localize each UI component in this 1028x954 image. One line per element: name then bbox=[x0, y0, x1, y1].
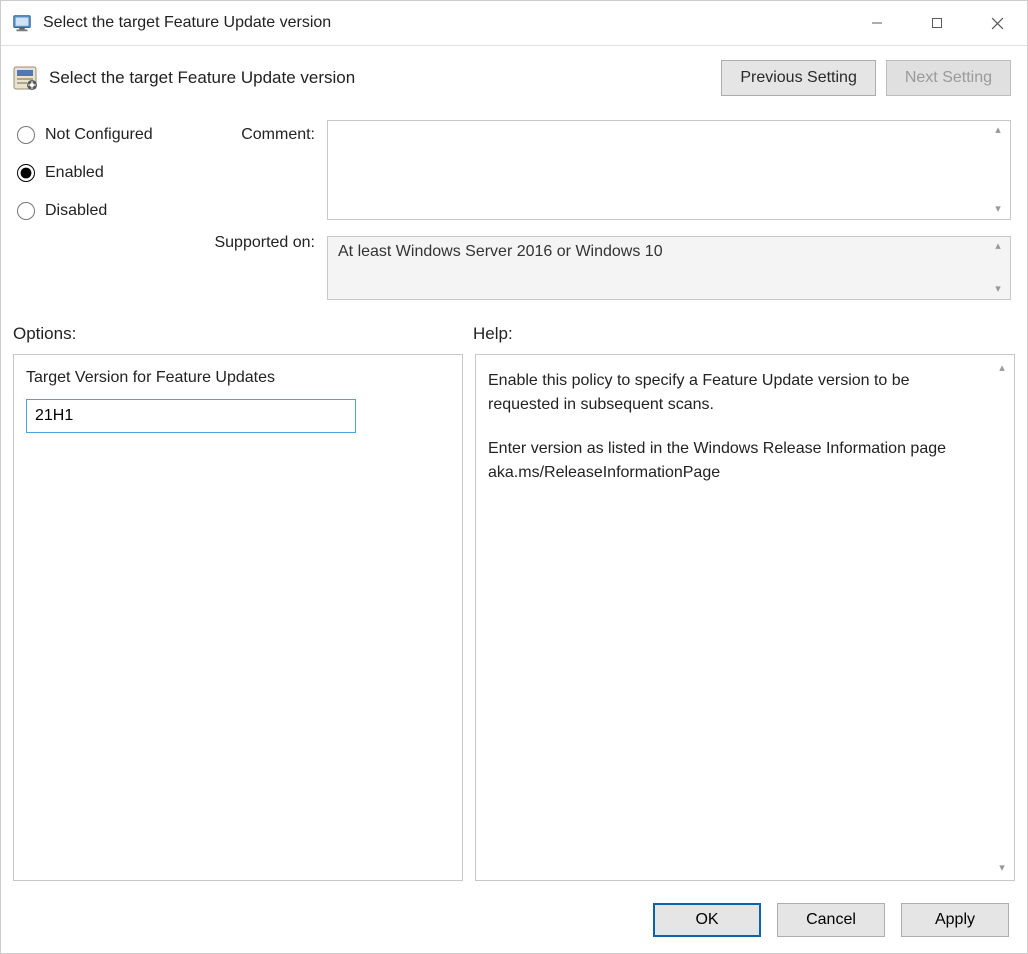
radio-disabled-label: Disabled bbox=[45, 202, 107, 220]
options-heading: Options: bbox=[13, 324, 473, 344]
supported-on-label: Supported on: bbox=[197, 234, 315, 252]
help-paragraph-1: Enable this policy to specify a Feature … bbox=[488, 369, 982, 417]
section-labels: Options: Help: bbox=[1, 300, 1027, 354]
radio-enabled[interactable]: Enabled bbox=[17, 164, 197, 182]
supported-on-text: At least Windows Server 2016 or Windows … bbox=[328, 237, 1010, 267]
comment-textarea[interactable]: ▴ ▾ bbox=[327, 120, 1011, 220]
cancel-button[interactable]: Cancel bbox=[777, 903, 885, 937]
scroll-up-icon: ▴ bbox=[990, 241, 1006, 252]
help-pane: Enable this policy to specify a Feature … bbox=[475, 354, 1015, 881]
radio-disabled[interactable]: Disabled bbox=[17, 202, 197, 220]
policy-editor-window: Select the target Feature Update version bbox=[0, 0, 1028, 954]
ok-button[interactable]: OK bbox=[653, 903, 761, 937]
radio-not-configured[interactable]: Not Configured bbox=[17, 126, 197, 144]
titlebar: Select the target Feature Update version bbox=[1, 1, 1027, 46]
scroll-down-icon[interactable]: ▾ bbox=[994, 861, 1010, 874]
radio-not-configured-label: Not Configured bbox=[45, 126, 153, 144]
help-text: Enable this policy to specify a Feature … bbox=[488, 369, 1002, 485]
config-top: Not Configured Enabled Disabled Comment:… bbox=[1, 110, 1027, 300]
scroll-down-icon: ▾ bbox=[990, 284, 1006, 295]
help-scroll[interactable]: ▴ ▾ bbox=[994, 361, 1010, 874]
dialog-footer: OK Cancel Apply bbox=[1, 895, 1027, 953]
next-setting-button: Next Setting bbox=[886, 60, 1011, 96]
target-version-label: Target Version for Feature Updates bbox=[26, 369, 450, 387]
previous-setting-button[interactable]: Previous Setting bbox=[721, 60, 876, 96]
close-button[interactable] bbox=[967, 1, 1027, 46]
scroll-up-icon[interactable]: ▴ bbox=[990, 125, 1006, 136]
radio-not-configured-input[interactable] bbox=[17, 126, 35, 144]
policy-title: Select the target Feature Update version bbox=[49, 68, 711, 88]
radio-enabled-input[interactable] bbox=[17, 164, 35, 182]
apply-button[interactable]: Apply bbox=[901, 903, 1009, 937]
fields-column: ▴ ▾ At least Windows Server 2016 or Wind… bbox=[327, 120, 1011, 300]
comment-scroll[interactable]: ▴ ▾ bbox=[990, 125, 1006, 215]
help-paragraph-2: Enter version as listed in the Windows R… bbox=[488, 437, 982, 485]
supported-scroll: ▴ ▾ bbox=[990, 241, 1006, 295]
comment-label: Comment: bbox=[197, 126, 315, 144]
supported-on-box: At least Windows Server 2016 or Windows … bbox=[327, 236, 1011, 300]
scroll-up-icon[interactable]: ▴ bbox=[994, 361, 1010, 374]
options-pane: Target Version for Feature Updates bbox=[13, 354, 463, 881]
help-heading: Help: bbox=[473, 324, 513, 344]
target-version-input[interactable] bbox=[26, 399, 356, 433]
window-title: Select the target Feature Update version bbox=[43, 14, 847, 32]
policy-icon bbox=[11, 64, 39, 92]
scroll-down-icon[interactable]: ▾ bbox=[990, 204, 1006, 215]
state-radio-group: Not Configured Enabled Disabled bbox=[17, 120, 197, 300]
maximize-button[interactable] bbox=[907, 1, 967, 46]
radio-disabled-input[interactable] bbox=[17, 202, 35, 220]
window-controls bbox=[847, 1, 1027, 46]
app-icon bbox=[11, 12, 33, 34]
panes-container: Target Version for Feature Updates Enabl… bbox=[1, 354, 1027, 895]
field-labels-column: Comment: Supported on: bbox=[197, 120, 327, 300]
radio-enabled-label: Enabled bbox=[45, 164, 104, 182]
policy-header: Select the target Feature Update version… bbox=[1, 46, 1027, 110]
minimize-button[interactable] bbox=[847, 1, 907, 46]
